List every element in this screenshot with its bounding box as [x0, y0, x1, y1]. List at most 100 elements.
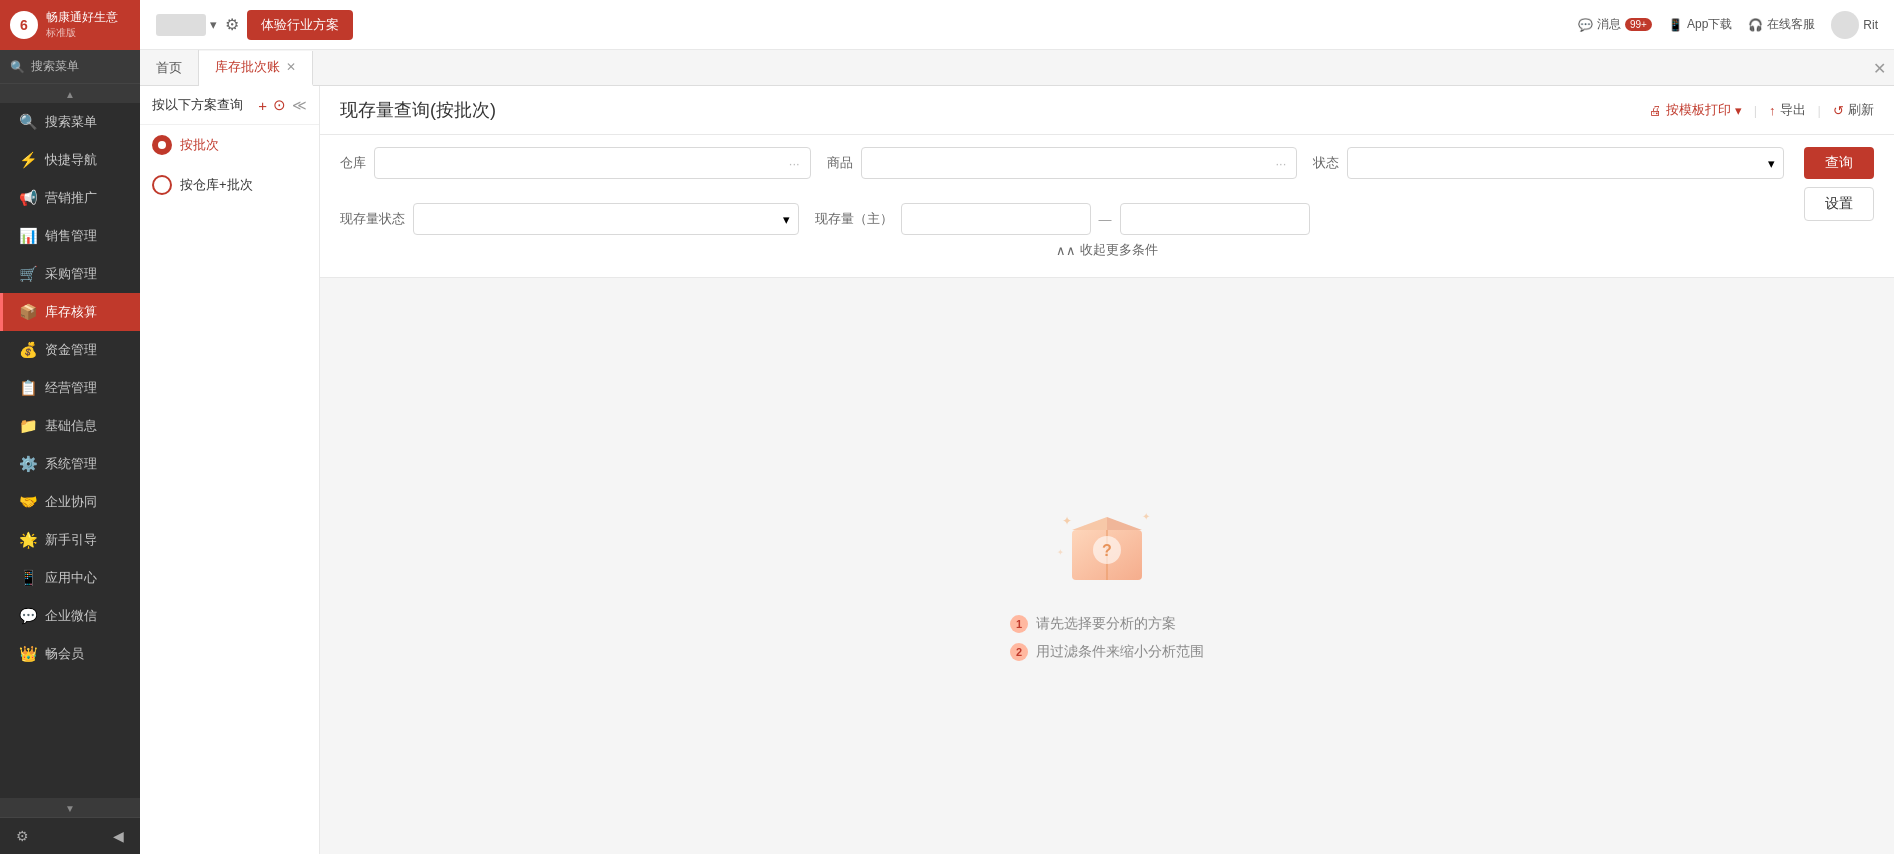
- scheme-item-by-batch[interactable]: 按批次: [140, 125, 319, 165]
- sidebar-item-member[interactable]: 👑 畅会员: [0, 635, 140, 673]
- action-divider-1: |: [1754, 103, 1757, 118]
- sidebar-item-search[interactable]: 🔍 搜索菜单: [0, 103, 140, 141]
- print-btn[interactable]: 🖨 按模板打印 ▾: [1649, 101, 1742, 119]
- online-service-item[interactable]: 🎧 在线客服: [1748, 16, 1815, 33]
- online-service-label: 在线客服: [1767, 16, 1815, 33]
- sidebar-item-app-center[interactable]: 📱 应用中心: [0, 559, 140, 597]
- collapse-btn[interactable]: ∧∧ 收起更多条件: [340, 235, 1874, 265]
- sidebar-item-guide[interactable]: 🌟 新手引导: [0, 521, 140, 559]
- scheme-icon-by-warehouse-batch: [152, 175, 172, 195]
- dropdown-arrow-icon: ▾: [210, 17, 217, 32]
- tab-home[interactable]: 首页: [140, 50, 199, 85]
- warehouse-input[interactable]: ···: [374, 147, 811, 179]
- add-scheme-icon[interactable]: +: [258, 97, 267, 114]
- warehouse-more-icon: ···: [789, 156, 800, 171]
- topbar: ▾ ⚙ 体验行业方案 💬 消息 99+ 📱 App下载 🎧 在线客服 Rit: [140, 0, 1894, 50]
- settings-icon[interactable]: ⚙: [16, 828, 29, 844]
- refresh-icon: ↺: [1833, 103, 1844, 118]
- messages-badge: 99+: [1625, 18, 1652, 31]
- sidebar-item-quick-nav[interactable]: ⚡ 快捷导航: [0, 141, 140, 179]
- tab-inventory-batch-label: 库存批次账: [215, 58, 280, 76]
- filter-row-1: 仓库 ··· 商品: [340, 147, 1784, 179]
- sidebar-item-finance[interactable]: 💰 资金管理: [0, 331, 140, 369]
- empty-tip-2: 2 用过滤条件来缩小分析范围: [1010, 643, 1204, 661]
- sidebar-item-marketing[interactable]: 📢 营销推广: [0, 179, 140, 217]
- collapse-up-icon: ∧∧: [1056, 243, 1076, 258]
- refresh-label: 刷新: [1848, 101, 1874, 119]
- status-label: 状态: [1313, 154, 1339, 172]
- inventory-status-dropdown-icon: ▾: [783, 212, 790, 227]
- scroll-down-btn[interactable]: ▼: [0, 798, 140, 817]
- sidebar-search[interactable]: 🔍 搜索菜单: [0, 50, 140, 84]
- scheme-item-by-warehouse-batch[interactable]: 按仓库+批次: [140, 165, 319, 205]
- topbar-dropdown[interactable]: ▾: [156, 14, 217, 36]
- empty-icon: ? ✦ ✦ ✦: [1047, 475, 1167, 595]
- sidebar-item-basic-info[interactable]: 📁 基础信息: [0, 407, 140, 445]
- left-panel-header-actions: + ⊙ ≪: [258, 96, 307, 114]
- user-item[interactable]: Rit: [1831, 11, 1878, 39]
- sidebar-icon-purchase: 🛒: [19, 265, 37, 283]
- app-download-item[interactable]: 📱 App下载: [1668, 16, 1732, 33]
- topbar-left: ▾ ⚙ 体验行业方案: [156, 10, 1566, 40]
- print-dropdown-icon[interactable]: ▾: [1735, 103, 1742, 118]
- status-dropdown-icon: ▾: [1768, 156, 1775, 171]
- tab-inventory-batch[interactable]: 库存批次账 ✕: [199, 51, 313, 86]
- topbar-gear-icon[interactable]: ⚙: [225, 15, 239, 34]
- sidebar-label-purchase: 采购管理: [45, 265, 97, 283]
- qty-range-from[interactable]: [901, 203, 1091, 235]
- collapse-panel-icon[interactable]: ≪: [292, 97, 307, 113]
- export-label: 导出: [1780, 101, 1806, 119]
- logo-text: 6: [20, 17, 28, 33]
- tab-home-label: 首页: [156, 59, 182, 77]
- refresh-btn[interactable]: ↺ 刷新: [1833, 101, 1874, 119]
- sidebar-item-enterprise[interactable]: 🤝 企业协同: [0, 483, 140, 521]
- sidebar-item-operations[interactable]: 📋 经营管理: [0, 369, 140, 407]
- scroll-up-btn[interactable]: ▲: [0, 84, 140, 103]
- inventory-status-select[interactable]: ▾: [413, 203, 799, 235]
- tip-2-num: 2: [1010, 643, 1028, 661]
- scheme-label-by-warehouse-batch: 按仓库+批次: [180, 176, 253, 194]
- main-area: ▾ ⚙ 体验行业方案 💬 消息 99+ 📱 App下载 🎧 在线客服 Rit: [140, 0, 1894, 854]
- sidebar-label-system: 系统管理: [45, 455, 97, 473]
- product-input[interactable]: ···: [861, 147, 1298, 179]
- svg-marker-1: [1072, 517, 1107, 530]
- sidebar-label-wechat: 企业微信: [45, 607, 97, 625]
- print-icon: 🖨: [1649, 103, 1662, 118]
- sidebar-label-sales: 销售管理: [45, 227, 97, 245]
- sidebar-item-inventory[interactable]: 📦 库存核算: [0, 293, 140, 331]
- user-name: Rit: [1863, 18, 1878, 32]
- filter-row-2: 现存量状态 ▾ 现存量（主）: [340, 203, 1784, 235]
- sidebar-icon-inventory: 📦: [19, 303, 37, 321]
- trial-button[interactable]: 体验行业方案: [247, 10, 353, 40]
- sidebar-item-system[interactable]: ⚙️ 系统管理: [0, 445, 140, 483]
- sidebar-item-wechat[interactable]: 💬 企业微信: [0, 597, 140, 635]
- status-select[interactable]: ▾: [1347, 147, 1784, 179]
- filter-product: 商品 ···: [827, 147, 1298, 179]
- scheme-icon-by-batch: [152, 135, 172, 155]
- tab-area-close-icon[interactable]: ✕: [1873, 58, 1886, 77]
- query-button[interactable]: 查询: [1804, 147, 1874, 179]
- tip-1-text: 请先选择要分析的方案: [1036, 615, 1176, 633]
- tip-2-text: 用过滤条件来缩小分析范围: [1036, 643, 1204, 661]
- sidebar-item-purchase[interactable]: 🛒 采购管理: [0, 255, 140, 293]
- sidebar-icon-operations: 📋: [19, 379, 37, 397]
- svg-marker-2: [1107, 517, 1142, 530]
- sidebar-title-group: 畅康通好生意 标准版: [46, 10, 118, 40]
- scheme-settings-icon[interactable]: ⊙: [273, 96, 286, 114]
- tab-close-icon[interactable]: ✕: [286, 60, 296, 74]
- sidebar-nav: 🔍 搜索菜单 ⚡ 快捷导航 📢 营销推广 📊 销售管理 🛒 采购管理 📦 库存核…: [0, 103, 140, 798]
- filter-area-wrap: 仓库 ··· 商品: [320, 135, 1894, 278]
- page-header-actions: 🖨 按模板打印 ▾ | ↑ 导出 | ↺ 刷新: [1649, 101, 1874, 119]
- export-btn[interactable]: ↑ 导出: [1769, 101, 1806, 119]
- messages-item[interactable]: 💬 消息 99+: [1578, 16, 1652, 33]
- scheme-label-by-batch: 按批次: [180, 136, 219, 154]
- sidebar-item-sales[interactable]: 📊 销售管理: [0, 217, 140, 255]
- qty-range: —: [901, 203, 1310, 235]
- qty-range-to[interactable]: [1120, 203, 1310, 235]
- message-icon: 💬: [1578, 18, 1593, 32]
- print-label: 按模板打印: [1666, 101, 1731, 119]
- topbar-right: 💬 消息 99+ 📱 App下载 🎧 在线客服 Rit: [1578, 11, 1878, 39]
- settings-button[interactable]: 设置: [1804, 187, 1874, 221]
- sidebar-label-operations: 经营管理: [45, 379, 97, 397]
- collapse-sidebar-icon[interactable]: ◀: [113, 828, 124, 844]
